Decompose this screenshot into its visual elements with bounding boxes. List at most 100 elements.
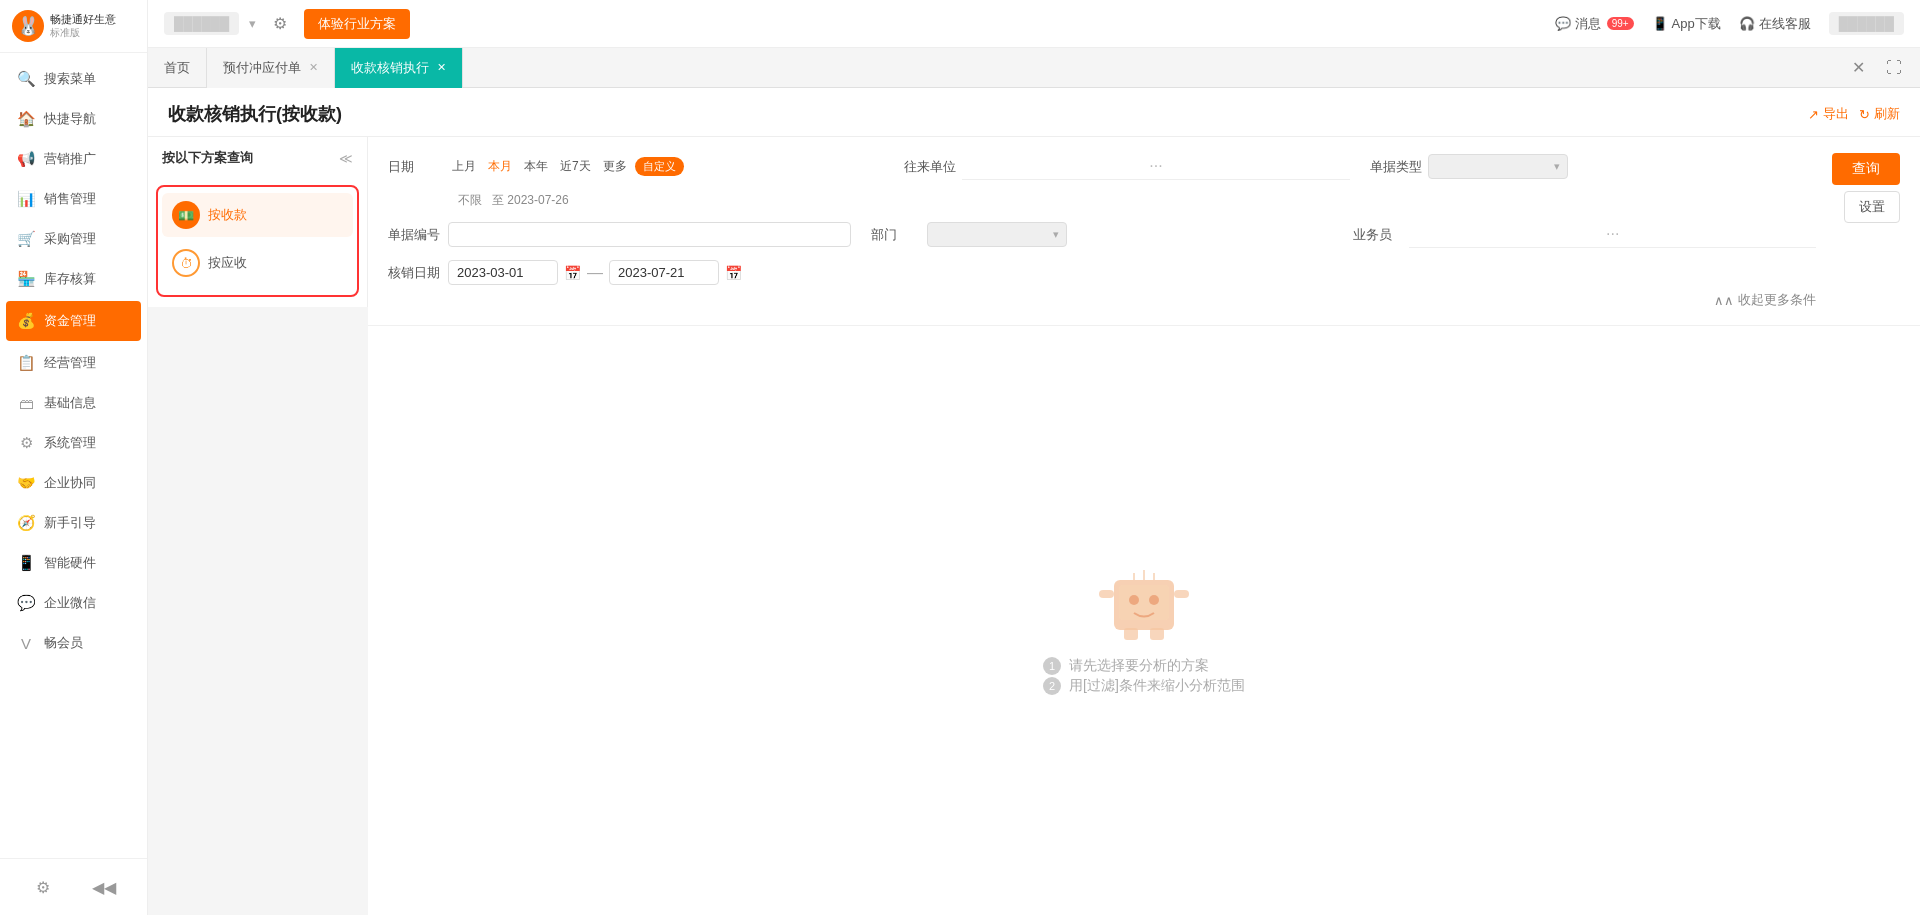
system-icon: ⚙: [16, 433, 36, 453]
sidebar-item-vip[interactable]: V 畅会员: [0, 623, 147, 663]
logo-sub: 标准版: [50, 26, 116, 40]
tab-close-all-icon[interactable]: ✕: [1844, 54, 1872, 82]
left-panel: 按以下方案查询 ≪ 💵 按收款 ⏱ 按应收: [148, 137, 368, 307]
verify-date-end[interactable]: [609, 260, 719, 285]
step1-num: 1: [1043, 657, 1061, 675]
left-panel-collapse-btn[interactable]: ≪: [339, 151, 353, 166]
staff-dots[interactable]: ···: [1409, 221, 1816, 248]
notif-badge: 99+: [1607, 17, 1634, 30]
sidebar-label-wechat-work: 企业微信: [44, 594, 96, 612]
sidebar-label-inventory: 库存核算: [44, 270, 96, 288]
operation-icon: 📋: [16, 353, 36, 373]
sidebar-nav: 🔍 搜索菜单 🏠 快捷导航 📢 营销推广 📊 销售管理 🛒 采购管理 🏪 库存核…: [0, 53, 147, 858]
dept-select[interactable]: [927, 222, 1067, 247]
sidebar-item-wechat-work[interactable]: 💬 企业微信: [0, 583, 147, 623]
company-selector[interactable]: ██████: [164, 12, 239, 35]
online-service-action[interactable]: 🎧 在线客服: [1739, 15, 1811, 33]
sidebar-item-guide[interactable]: 🧭 新手引导: [0, 503, 147, 543]
bill-type-select[interactable]: [1428, 154, 1568, 179]
verify-date-start[interactable]: [448, 260, 558, 285]
query-option-by-receipt[interactable]: 💵 按收款: [162, 193, 353, 237]
top-header: ██████ ▾ ⚙ 体验行业方案 💬 消息 99+ 📱 App下载 🎧 在线客…: [148, 0, 1920, 48]
sidebar-item-quick-nav[interactable]: 🏠 快捷导航: [0, 99, 147, 139]
company-dropdown-arrow[interactable]: ▾: [249, 16, 256, 31]
marketing-icon: 📢: [16, 149, 36, 169]
tab-expand-icon[interactable]: ⛶: [1880, 54, 1908, 82]
finance-icon: 💰: [16, 311, 36, 331]
sidebar-item-marketing[interactable]: 📢 营销推广: [0, 139, 147, 179]
sidebar-item-sales[interactable]: 📊 销售管理: [0, 179, 147, 219]
collapse-more-btn[interactable]: ∧∧ 收起更多条件: [388, 285, 1816, 309]
vip-icon: V: [16, 633, 36, 653]
tab-receipt-flush[interactable]: 收款核销执行 ✕: [335, 48, 463, 88]
bill-no-input[interactable]: [448, 222, 851, 247]
bill-no-label: 单据编号: [388, 226, 440, 244]
solution-button[interactable]: 体验行业方案: [304, 9, 410, 39]
top-settings-btn[interactable]: ⚙: [266, 10, 294, 38]
counterparty-group: 往来单位 ···: [904, 153, 1350, 180]
empty-steps: 1 请先选择要分析的方案 2 用[过滤]条件来缩小分析范围: [1043, 655, 1245, 697]
sidebar-item-operation[interactable]: 📋 经营管理: [0, 343, 147, 383]
page-header-actions: ↗ 导出 ↻ 刷新: [1808, 105, 1900, 123]
sidebar-item-inventory[interactable]: 🏪 库存核算: [0, 259, 147, 299]
step1-text: 请先选择要分析的方案: [1069, 657, 1209, 675]
query-option-by-receivable[interactable]: ⏱ 按应收: [162, 241, 353, 285]
user-avatar[interactable]: ██████: [1829, 12, 1904, 35]
sidebar-label-basic-info: 基础信息: [44, 394, 96, 412]
sidebar-item-system[interactable]: ⚙ 系统管理: [0, 423, 147, 463]
sidebar-label-operation: 经营管理: [44, 354, 96, 372]
refresh-icon: ↻: [1859, 107, 1870, 122]
date-nolimit-row: 不限 至 2023-07-26: [388, 192, 1816, 209]
svg-rect-6: [1124, 628, 1138, 640]
dept-group: 部门 ▾: [871, 222, 1334, 247]
sidebar-label-purchase: 采购管理: [44, 230, 96, 248]
sidebar-item-smart-hw[interactable]: 📱 智能硬件: [0, 543, 147, 583]
filter-area: 日期 上月 本月 本年 近7天 更多 自定义: [368, 137, 1920, 326]
date-last-month-btn[interactable]: 上月: [448, 156, 480, 177]
empty-illustration: [1084, 545, 1204, 645]
date-7days-btn[interactable]: 近7天: [556, 156, 595, 177]
tab-receipt-close-icon[interactable]: ✕: [437, 61, 446, 74]
sidebar-item-corp-collab[interactable]: 🤝 企业协同: [0, 463, 147, 503]
verify-date-start-icon[interactable]: 📅: [564, 265, 581, 281]
message-action[interactable]: 💬 消息 99+: [1555, 15, 1634, 33]
empty-step-1: 1 请先选择要分析的方案: [1043, 657, 1245, 675]
counterparty-dots[interactable]: ···: [962, 153, 1350, 180]
tab-prepay-flush[interactable]: 预付冲应付单 ✕: [207, 48, 335, 88]
refresh-button[interactable]: ↻ 刷新: [1859, 105, 1900, 123]
left-panel-wrapper: 按以下方案查询 ≪ 💵 按收款 ⏱ 按应收: [148, 137, 368, 915]
svg-point-3: [1149, 595, 1159, 605]
export-button[interactable]: ↗ 导出: [1808, 105, 1849, 123]
sidebar: 🐰 畅捷通好生意 标准版 🔍 搜索菜单 🏠 快捷导航 📢 营销推广 📊 销售管理…: [0, 0, 148, 915]
counterparty-label: 往来单位: [904, 158, 956, 176]
filter-row-1: 日期 上月 本月 本年 近7天 更多 自定义: [388, 153, 1816, 180]
step2-num: 2: [1043, 677, 1061, 695]
date-custom-badge[interactable]: 自定义: [635, 157, 684, 176]
date-no-limit: 不限: [458, 192, 482, 209]
sidebar-item-finance[interactable]: 💰 资金管理: [6, 301, 141, 341]
export-icon: ↗: [1808, 107, 1819, 122]
sidebar-item-purchase[interactable]: 🛒 采购管理: [0, 219, 147, 259]
sidebar-item-basic-info[interactable]: 🗃 基础信息: [0, 383, 147, 423]
date-this-year-btn[interactable]: 本年: [520, 156, 552, 177]
page-body: 按以下方案查询 ≪ 💵 按收款 ⏱ 按应收: [148, 137, 1920, 915]
sidebar-label-marketing: 营销推广: [44, 150, 96, 168]
filter-settings-button[interactable]: 设置: [1844, 191, 1900, 223]
tab-prepay-close-icon[interactable]: ✕: [309, 61, 318, 74]
left-panel-content: 💵 按收款 ⏱ 按应收: [148, 175, 367, 307]
date-this-month-btn[interactable]: 本月: [484, 156, 516, 177]
sidebar-collapse-btn[interactable]: ◀◀: [88, 871, 120, 903]
query-button[interactable]: 查询: [1832, 153, 1900, 185]
app-download-action[interactable]: 📱 App下载: [1652, 15, 1721, 33]
sidebar-settings-btn[interactable]: ⚙: [27, 871, 59, 903]
verify-date-end-icon[interactable]: 📅: [725, 265, 742, 281]
message-icon: 💬: [1555, 16, 1571, 31]
sidebar-item-search-menu[interactable]: 🔍 搜索菜单: [0, 59, 147, 99]
sidebar-label-corp-collab: 企业协同: [44, 474, 96, 492]
tab-home[interactable]: 首页: [148, 48, 207, 88]
phone-icon: 📱: [1652, 16, 1668, 31]
svg-point-2: [1129, 595, 1139, 605]
sales-icon: 📊: [16, 189, 36, 209]
date-more-btn[interactable]: 更多: [599, 156, 631, 177]
date-to-text: 至 2023-07-26: [492, 192, 569, 209]
